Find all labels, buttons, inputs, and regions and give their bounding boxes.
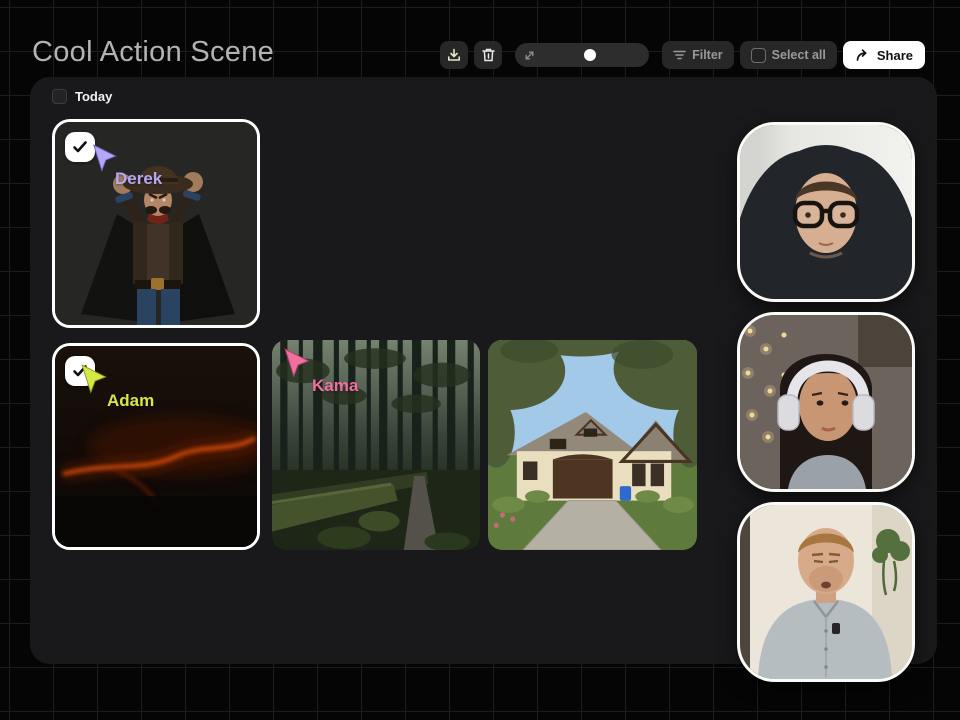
select-all-button[interactable]: Select all bbox=[739, 41, 837, 69]
today-section-label: Today bbox=[75, 89, 113, 104]
share-button-label: Share bbox=[876, 47, 913, 63]
download-icon bbox=[448, 48, 461, 61]
thumbnail-size-slider[interactable] bbox=[515, 43, 650, 67]
select-all-button-label: Select all bbox=[771, 48, 826, 62]
filter-button[interactable]: Filter bbox=[662, 41, 734, 69]
participant-headphones-image bbox=[740, 315, 912, 489]
forest-image bbox=[272, 340, 480, 550]
check-icon bbox=[73, 141, 87, 153]
share-button[interactable]: Share bbox=[842, 41, 925, 69]
slider-handle[interactable] bbox=[584, 49, 597, 61]
delete-button[interactable] bbox=[474, 41, 503, 69]
expand-icon bbox=[525, 51, 534, 59]
participant-video-blue-shirt[interactable] bbox=[737, 502, 915, 682]
participant-blue-shirt-image bbox=[740, 505, 912, 679]
trash-icon bbox=[481, 48, 495, 62]
check-icon bbox=[73, 365, 87, 377]
filter-lines-icon bbox=[673, 50, 686, 60]
gallery-item-forest[interactable]: Kama bbox=[272, 340, 480, 550]
house-image bbox=[488, 340, 697, 550]
page-title: Cool Action Scene bbox=[32, 36, 275, 68]
selected-check-badge[interactable] bbox=[65, 356, 95, 386]
share-arrow-icon bbox=[856, 49, 867, 61]
today-section-checkbox[interactable] bbox=[52, 89, 67, 104]
checkbox-icon bbox=[750, 47, 766, 63]
section-header: Today bbox=[52, 89, 112, 104]
gallery-item-cowboy[interactable]: Derek bbox=[52, 119, 260, 328]
gallery-item-volcano[interactable]: Adam bbox=[52, 343, 260, 550]
filter-button-label: Filter bbox=[692, 48, 723, 62]
download-button[interactable] bbox=[440, 41, 469, 69]
participant-video-headphones[interactable] bbox=[737, 312, 915, 492]
participant-hoodie-glasses-image bbox=[740, 125, 912, 299]
participant-video-hoodie-glasses[interactable] bbox=[737, 122, 915, 302]
gallery-item-house[interactable] bbox=[488, 340, 697, 550]
selected-check-badge[interactable] bbox=[65, 132, 95, 162]
toolbar: Filter Select all Share bbox=[440, 41, 925, 69]
